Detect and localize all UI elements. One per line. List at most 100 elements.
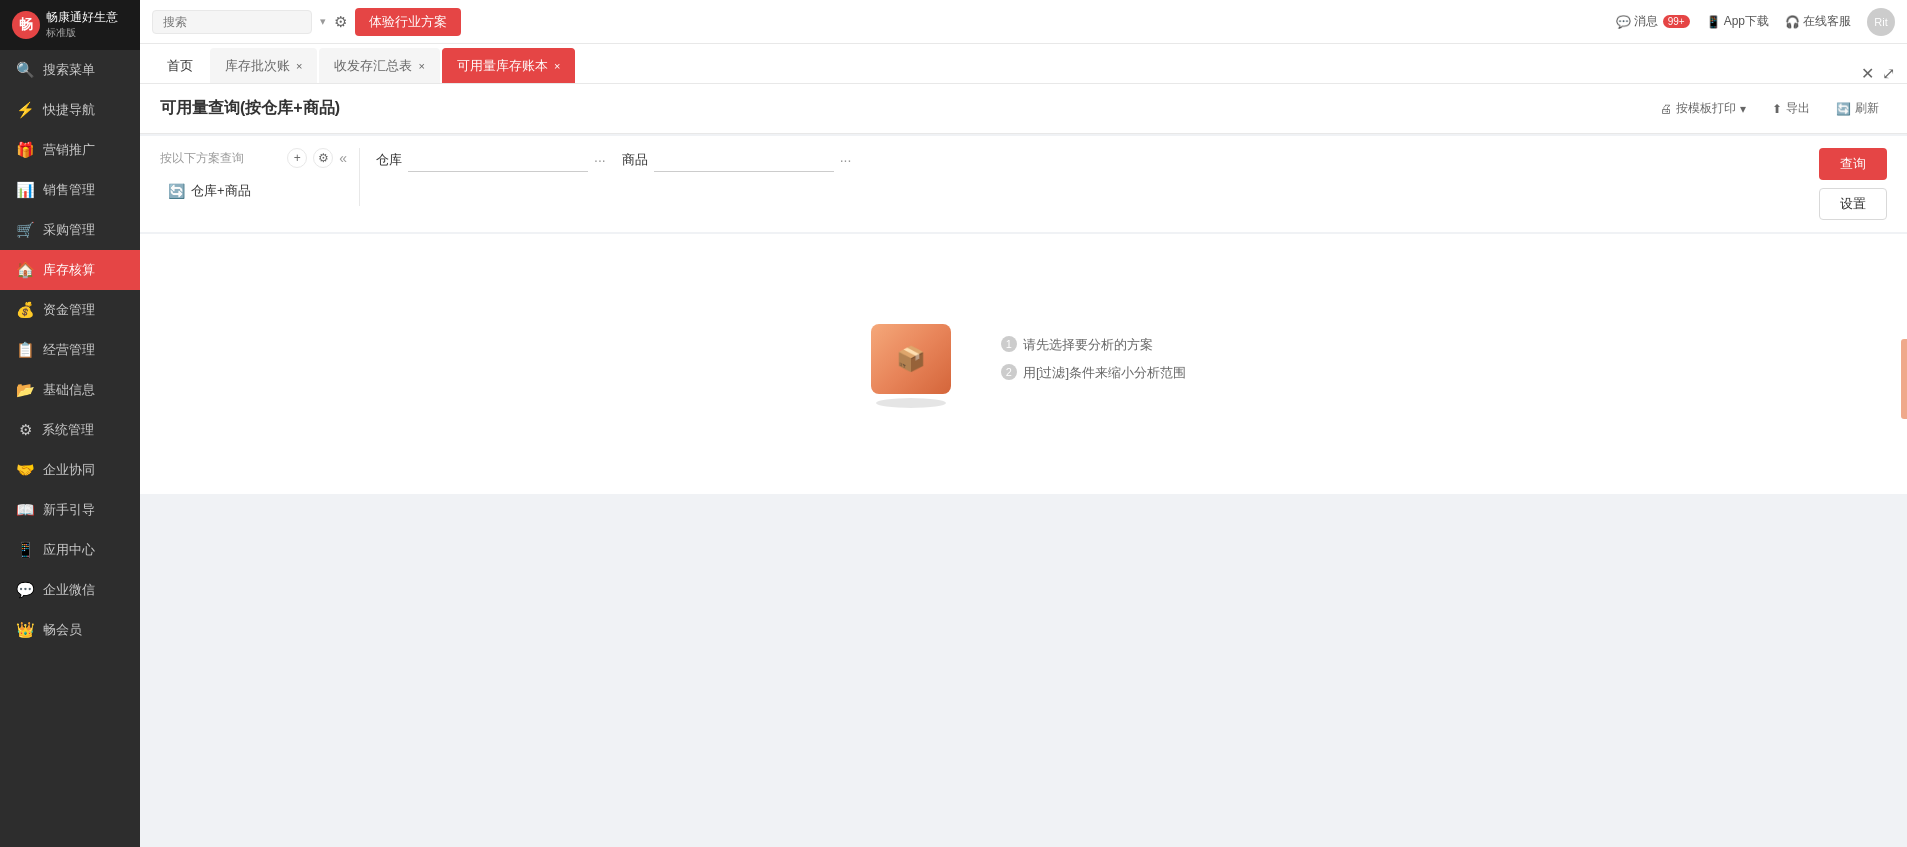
sidebar-label-newbie: 新手引导 <box>43 501 95 519</box>
window-expand-btn[interactable]: ⤢ <box>1882 64 1895 83</box>
online-service-label: 在线客服 <box>1803 13 1851 30</box>
export-btn[interactable]: ⬆ 导出 <box>1764 96 1818 121</box>
add-scheme-btn[interactable]: + <box>287 148 307 168</box>
tab-home[interactable]: 首页 <box>152 48 208 83</box>
search-input[interactable] <box>152 10 312 34</box>
tab-available-close[interactable]: × <box>554 60 560 72</box>
box-illustration: 📦 <box>871 324 951 394</box>
sidebar-item-search[interactable]: 🔍 搜索菜单 <box>0 50 140 90</box>
filter-group-product: 商品 ··· <box>622 148 852 172</box>
basic-icon: 📂 <box>16 381 35 399</box>
page-header: 可用量查询(按仓库+商品) 🖨 按模板打印 ▾ ⬆ 导出 🔄 刷新 <box>140 84 1907 134</box>
app-badge: 标准版 <box>46 26 118 40</box>
sidebar-item-wechat[interactable]: 💬 企业微信 <box>0 570 140 610</box>
tab-batch-label: 库存批次账 <box>225 57 290 75</box>
sidebar-label-appcenter: 应用中心 <box>43 541 95 559</box>
product-more-btn[interactable]: ··· <box>840 152 852 168</box>
bell-icon: 💬 <box>1616 15 1631 29</box>
gear-icon[interactable]: ⚙ <box>334 13 347 31</box>
sidebar-item-finance[interactable]: 💰 资金管理 <box>0 290 140 330</box>
sidebar-label-basic: 基础信息 <box>43 381 95 399</box>
sidebar-label-finance: 资金管理 <box>43 301 95 319</box>
tab-available[interactable]: 可用量库存账本 × <box>442 48 575 83</box>
sidebar-item-operation[interactable]: 📋 经营管理 <box>0 330 140 370</box>
sales-icon: 📊 <box>16 181 35 199</box>
warehouse-label: 仓库 <box>376 151 402 169</box>
tab-home-label: 首页 <box>167 57 193 75</box>
app-icon: 📱 <box>16 541 35 559</box>
page-actions: 🖨 按模板打印 ▾ ⬆ 导出 🔄 刷新 <box>1652 96 1887 121</box>
filter-inputs: 仓库 ··· 商品 ··· <box>360 148 1807 172</box>
tip-text-2: 用[过滤]条件来缩小分析范围 <box>1023 364 1186 382</box>
collapse-btn[interactable]: « <box>339 150 347 166</box>
tip-num-1: 1 <box>1001 336 1017 352</box>
tab-batch-close[interactable]: × <box>296 60 302 72</box>
tip-text-1: 请先选择要分析的方案 <box>1023 336 1153 354</box>
print-btn[interactable]: 🖨 按模板打印 ▾ <box>1652 96 1754 121</box>
sidebar-item-basic[interactable]: 📂 基础信息 <box>0 370 140 410</box>
export-icon: ⬆ <box>1772 102 1782 116</box>
app-download-btn[interactable]: 📱 App下载 <box>1706 13 1769 30</box>
sidebar-label-inventory: 库存核算 <box>43 261 95 279</box>
avatar[interactable]: Rit <box>1867 8 1895 36</box>
tip-item-2: 2 用[过滤]条件来缩小分析范围 <box>1001 364 1186 382</box>
filter-schemes-header: 按以下方案查询 + ⚙ « <box>160 148 347 168</box>
scheme-item-warehouse-product[interactable]: 🔄 仓库+商品 <box>160 176 347 206</box>
box-shadow <box>876 398 946 408</box>
sidebar-item-system[interactable]: ⚙ 系统管理 <box>0 410 140 450</box>
notification-badge: 99+ <box>1663 15 1690 28</box>
sidebar-item-sales[interactable]: 📊 销售管理 <box>0 170 140 210</box>
sidebar-label-system: 系统管理 <box>42 421 94 439</box>
sidebar-item-newbie[interactable]: 📖 新手引导 <box>0 490 140 530</box>
sidebar-label-wechat: 企业微信 <box>43 581 95 599</box>
tab-batch[interactable]: 库存批次账 × <box>210 48 317 83</box>
filter-schemes: 按以下方案查询 + ⚙ « 🔄 仓库+商品 <box>160 148 360 206</box>
print-dropdown-icon[interactable]: ▾ <box>1740 102 1746 116</box>
sidebar-item-marketing[interactable]: 🎁 营销推广 <box>0 130 140 170</box>
warehouse-more-btn[interactable]: ··· <box>594 152 606 168</box>
member-icon: 👑 <box>16 621 35 639</box>
empty-tips: 1 请先选择要分析的方案 2 用[过滤]条件来缩小分析范围 <box>1001 336 1186 392</box>
industry-btn[interactable]: 体验行业方案 <box>355 8 461 36</box>
gift-icon: 🎁 <box>16 141 35 159</box>
notification-btn[interactable]: 💬 消息 99+ <box>1616 13 1690 30</box>
setting-btn[interactable]: 设置 <box>1819 188 1887 220</box>
headset-icon: 🎧 <box>1785 15 1800 29</box>
wechat-icon: 💬 <box>16 581 35 599</box>
sidebar-item-appcenter[interactable]: 📱 应用中心 <box>0 530 140 570</box>
sidebar-label-marketing: 营销推广 <box>43 141 95 159</box>
logo-area: 畅 畅康通好生意 标准版 <box>0 0 140 50</box>
sidebar-item-purchase[interactable]: 🛒 采购管理 <box>0 210 140 250</box>
warehouse-input[interactable] <box>408 148 588 172</box>
sidebar-item-member[interactable]: 👑 畅会员 <box>0 610 140 650</box>
sidebar-item-inventory[interactable]: 🏠 库存核算 <box>0 250 140 290</box>
query-btn[interactable]: 查询 <box>1819 148 1887 180</box>
shortcut-icon: ⚡ <box>16 101 35 119</box>
sidebar-label-search: 搜索菜单 <box>43 61 95 79</box>
phone-icon: 📱 <box>1706 15 1721 29</box>
content-area: 可用量查询(按仓库+商品) 🖨 按模板打印 ▾ ⬆ 导出 🔄 刷新 <box>140 84 1907 847</box>
product-label: 商品 <box>622 151 648 169</box>
sidebar: 畅 畅康通好生意 标准版 🔍 搜索菜单 ⚡ 快捷导航 🎁 营销推广 📊 销售管理… <box>0 0 140 847</box>
printer-icon: 🖨 <box>1660 102 1672 116</box>
tip-item-1: 1 请先选择要分析的方案 <box>1001 336 1186 354</box>
scheme-setting-btn[interactable]: ⚙ <box>313 148 333 168</box>
operation-icon: 📋 <box>16 341 35 359</box>
filter-area: 按以下方案查询 + ⚙ « 🔄 仓库+商品 仓库 <box>140 136 1907 232</box>
setting-scheme-icon: ⚙ <box>318 151 329 165</box>
avatar-text: Rit <box>1874 16 1887 28</box>
sidebar-item-shortcut[interactable]: ⚡ 快捷导航 <box>0 90 140 130</box>
product-input[interactable] <box>654 148 834 172</box>
box-face-icon: 📦 <box>896 345 926 373</box>
logo-icon: 畅 <box>12 11 40 39</box>
online-service-btn[interactable]: 🎧 在线客服 <box>1785 13 1851 30</box>
window-close-btn[interactable]: ✕ <box>1861 64 1874 83</box>
chevron-down-icon[interactable]: ▾ <box>320 15 326 28</box>
tab-summary-close[interactable]: × <box>418 60 424 72</box>
tab-summary[interactable]: 收发存汇总表 × <box>319 48 439 83</box>
refresh-btn[interactable]: 🔄 刷新 <box>1828 96 1887 121</box>
sidebar-label-shortcut: 快捷导航 <box>43 101 95 119</box>
sidebar-item-enterprise[interactable]: 🤝 企业协同 <box>0 450 140 490</box>
scheme-label: 仓库+商品 <box>191 182 251 200</box>
sidebar-label-purchase: 采购管理 <box>43 221 95 239</box>
